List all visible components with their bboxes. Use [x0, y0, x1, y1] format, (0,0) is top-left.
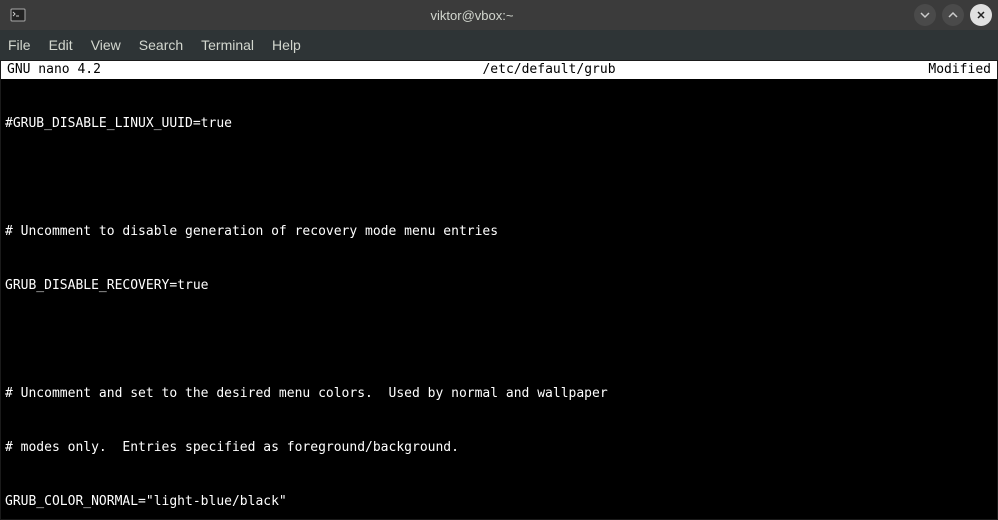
terminal-output[interactable]: GNU nano 4.2 /etc/default/grub Modified … [0, 60, 998, 520]
close-button[interactable] [970, 4, 992, 26]
file-line: # Uncomment and set to the desired menu … [5, 385, 993, 403]
menu-search[interactable]: Search [139, 37, 183, 53]
menubar: File Edit View Search Terminal Help [0, 30, 998, 60]
file-line: GRUB_COLOR_NORMAL="light-blue/black" [5, 493, 993, 511]
file-line: #GRUB_DISABLE_LINUX_UUID=true [5, 115, 993, 133]
file-line [5, 331, 993, 349]
file-line: # modes only. Entries specified as foreg… [5, 439, 993, 457]
menu-view[interactable]: View [91, 37, 121, 53]
menu-help[interactable]: Help [272, 37, 301, 53]
menu-terminal[interactable]: Terminal [201, 37, 254, 53]
nano-file-path: /etc/default/grub [207, 61, 891, 79]
menu-edit[interactable]: Edit [49, 37, 73, 53]
menu-file[interactable]: File [8, 37, 31, 53]
nano-app-name: GNU nano 4.2 [7, 61, 207, 79]
file-content: #GRUB_DISABLE_LINUX_UUID=true # Uncommen… [1, 79, 997, 520]
window-titlebar: viktor@vbox:~ [0, 0, 998, 30]
file-line: # Uncomment to disable generation of rec… [5, 223, 993, 241]
file-line: GRUB_DISABLE_RECOVERY=true [5, 277, 993, 295]
nano-header: GNU nano 4.2 /etc/default/grub Modified [1, 61, 997, 79]
file-line [5, 169, 993, 187]
minimize-button[interactable] [914, 4, 936, 26]
nano-status: Modified [891, 61, 991, 79]
terminal-icon [6, 7, 30, 23]
maximize-button[interactable] [942, 4, 964, 26]
window-title: viktor@vbox:~ [30, 8, 914, 23]
